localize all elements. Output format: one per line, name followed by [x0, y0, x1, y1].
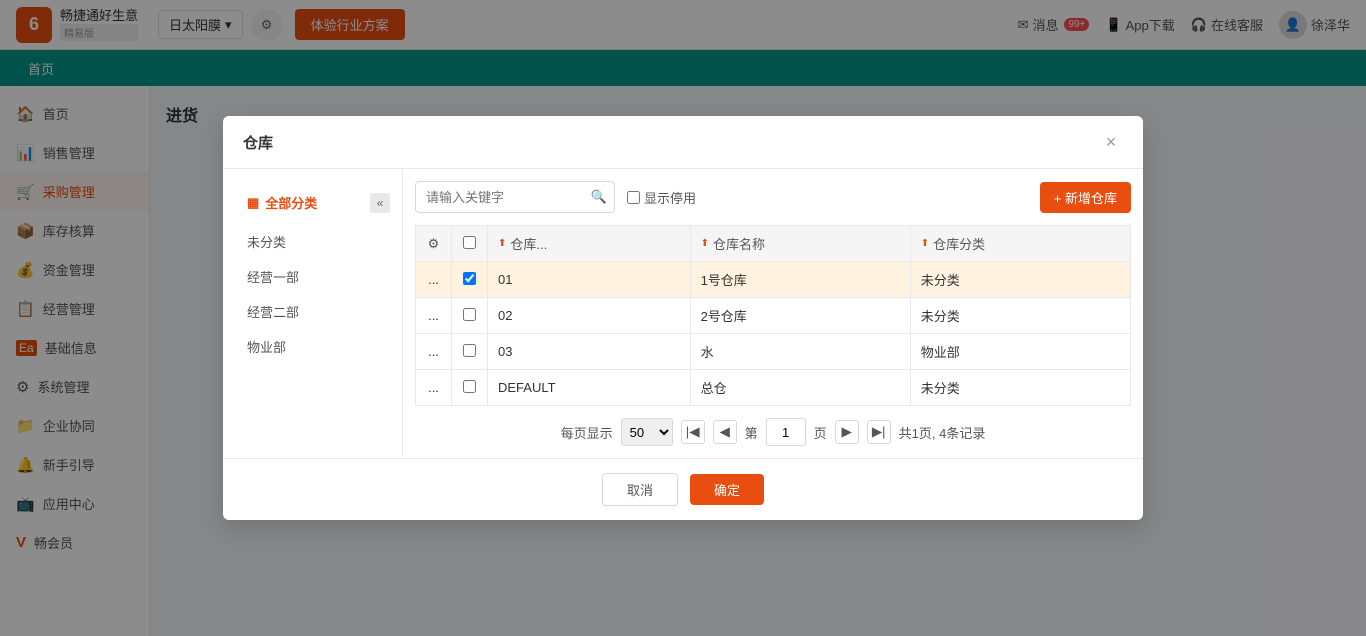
- row-code: 01: [488, 262, 691, 298]
- col-category-header: ⬆ 仓库分类: [910, 226, 1130, 262]
- sort-icon-code: ⬆: [498, 238, 506, 249]
- modal-close-btn[interactable]: ×: [1099, 130, 1123, 154]
- search-input[interactable]: [415, 181, 615, 213]
- table-toolbar: 🔍 显示停用 + 新增仓库: [415, 181, 1131, 213]
- col-code-label: 仓库...: [510, 234, 547, 253]
- total-pages-text: 共1页, 4条记录: [899, 423, 986, 442]
- row-actions: ...: [416, 370, 452, 406]
- page-next-btn[interactable]: ▶: [835, 420, 859, 444]
- row-name: 总仓: [690, 370, 910, 406]
- col-code-header: ⬆ 仓库...: [488, 226, 691, 262]
- sort-icon-category: ⬆: [921, 238, 929, 249]
- row-code: DEFAULT: [488, 370, 691, 406]
- select-all-checkbox[interactable]: [463, 236, 476, 249]
- row-actions: ...: [416, 334, 452, 370]
- col-category-label: 仓库分类: [933, 234, 985, 253]
- page-label: 第: [745, 423, 758, 442]
- search-icon[interactable]: 🔍: [591, 189, 607, 205]
- row-category: 未分类: [910, 298, 1130, 334]
- page-unit: 页: [814, 423, 827, 442]
- row-checkbox-cell: [452, 262, 488, 298]
- row-category: 未分类: [910, 262, 1130, 298]
- row-checkbox[interactable]: [463, 344, 476, 357]
- category-item-dept1[interactable]: 经营一部: [223, 259, 402, 294]
- pagination: 每页显示 50 20 100 |◀ ◀ 第 页 ▶ ▶| 共1页, 4: [415, 418, 1131, 446]
- per-page-select[interactable]: 50 20 100: [621, 418, 673, 446]
- show-disabled-checkbox[interactable]: [627, 191, 640, 204]
- modal-header: 仓库 ×: [223, 116, 1143, 169]
- show-disabled-label: 显示停用: [644, 188, 696, 207]
- modal-overlay: 仓库 × ▦ 全部分类 « 未分类 经营一部 经营二部: [0, 0, 1366, 636]
- row-checkbox-cell: [452, 334, 488, 370]
- row-code: 03: [488, 334, 691, 370]
- category-item-unclassified[interactable]: 未分类: [223, 224, 402, 259]
- row-name: 1号仓库: [690, 262, 910, 298]
- table-row[interactable]: ... 02 2号仓库 未分类: [416, 298, 1131, 334]
- category-panel: ▦ 全部分类 « 未分类 经营一部 经营二部 物业部: [223, 169, 403, 458]
- category-header: ▦ 全部分类 «: [223, 181, 402, 224]
- row-checkbox-cell: [452, 298, 488, 334]
- category-item-property[interactable]: 物业部: [223, 329, 402, 364]
- row-actions: ...: [416, 262, 452, 298]
- table-row[interactable]: ... 01 1号仓库 未分类: [416, 262, 1131, 298]
- row-checkbox-cell: [452, 370, 488, 406]
- all-category-btn[interactable]: ▦ 全部分类: [235, 187, 329, 218]
- modal-body: ▦ 全部分类 « 未分类 经营一部 经营二部 物业部: [223, 169, 1143, 458]
- row-code: 02: [488, 298, 691, 334]
- row-name: 2号仓库: [690, 298, 910, 334]
- category-item-dept2[interactable]: 经营二部: [223, 294, 402, 329]
- add-warehouse-btn[interactable]: + 新增仓库: [1040, 182, 1131, 213]
- row-checkbox[interactable]: [463, 308, 476, 321]
- table-container: ⚙ ⬆ 仓库...: [415, 225, 1131, 406]
- grid-icon: ▦: [247, 195, 259, 211]
- table-row[interactable]: ... 03 水 物业部: [416, 334, 1131, 370]
- table-panel: 🔍 显示停用 + 新增仓库 ⚙: [403, 169, 1143, 458]
- confirm-button[interactable]: 确定: [690, 474, 764, 505]
- row-checkbox[interactable]: [463, 272, 476, 285]
- row-category: 物业部: [910, 334, 1130, 370]
- table-row[interactable]: ... DEFAULT 总仓 未分类: [416, 370, 1131, 406]
- page-first-btn[interactable]: |◀: [681, 420, 705, 444]
- show-disabled-checkbox-label[interactable]: 显示停用: [627, 188, 696, 207]
- page-last-btn[interactable]: ▶|: [867, 420, 891, 444]
- row-category: 未分类: [910, 370, 1130, 406]
- col-name-label: 仓库名称: [713, 234, 765, 253]
- search-wrap: 🔍: [415, 181, 615, 213]
- collapse-category-btn[interactable]: «: [370, 193, 390, 213]
- modal-footer: 取消 确定: [223, 458, 1143, 520]
- page-input[interactable]: [766, 418, 806, 446]
- warehouse-modal: 仓库 × ▦ 全部分类 « 未分类 经营一部 经营二部: [223, 116, 1143, 520]
- page-prev-btn[interactable]: ◀: [713, 420, 737, 444]
- modal-title: 仓库: [243, 132, 273, 153]
- col-check: [452, 226, 488, 262]
- row-checkbox[interactable]: [463, 380, 476, 393]
- col-settings: ⚙: [416, 226, 452, 262]
- sort-icon-name: ⬆: [701, 238, 709, 249]
- warehouse-table: ⚙ ⬆ 仓库...: [415, 225, 1131, 406]
- cancel-button[interactable]: 取消: [602, 473, 678, 506]
- col-name-header: ⬆ 仓库名称: [690, 226, 910, 262]
- per-page-label: 每页显示: [561, 423, 613, 442]
- row-name: 水: [690, 334, 910, 370]
- row-actions: ...: [416, 298, 452, 334]
- all-category-label: 全部分类: [265, 193, 317, 212]
